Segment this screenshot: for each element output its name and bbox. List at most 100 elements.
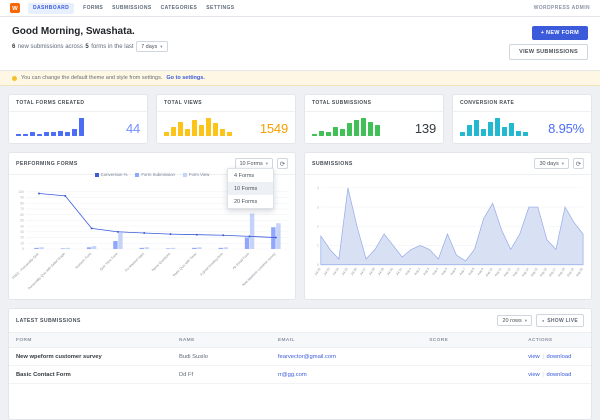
chevron-down-icon: ▾ [524, 317, 528, 323]
svg-text:Aug 8: Aug 8 [467, 267, 475, 276]
go-to-settings-link[interactable]: Go to settings. [166, 75, 205, 81]
svg-text:FREE - Personality Quiz: FREE - Personality Quiz [11, 252, 40, 281]
refresh-button[interactable]: ⟳ [573, 158, 584, 169]
stat-value: 1549 [259, 121, 288, 136]
download-link[interactable]: download [547, 354, 572, 360]
panel-title: PERFORMING FORMS [16, 160, 78, 167]
mini-bar-chart [460, 118, 529, 136]
forms-count-select-value: 10 Forms [239, 160, 263, 167]
chevron-down-icon: ▾ [160, 43, 163, 49]
cell-email[interactable]: rr@gg.com [270, 365, 423, 385]
cell-score [422, 347, 522, 367]
svg-text:Aug 16: Aug 16 [539, 267, 548, 278]
dropdown-option-4-forms[interactable]: 4 Forms [228, 169, 273, 182]
svg-text:Aug 4: Aug 4 [431, 267, 439, 276]
days-select[interactable]: 30 days ▾ [534, 158, 569, 169]
svg-text:Jul 25: Jul 25 [341, 267, 349, 276]
days-select-value: 30 days [539, 160, 559, 167]
svg-text:Aug 5: Aug 5 [440, 267, 448, 276]
action-separator: | [542, 353, 544, 360]
svg-text:40: 40 [20, 224, 24, 228]
svg-text:Aug 2: Aug 2 [413, 267, 421, 276]
chevron-down-icon: ▾ [561, 160, 564, 166]
dropdown-option-20-forms[interactable]: 20 Forms [228, 195, 273, 208]
panel-title: SUBMISSIONS [312, 160, 353, 167]
svg-text:Aug 15: Aug 15 [530, 267, 539, 278]
wordpress-admin-link[interactable]: WORDPRESS ADMIN [534, 5, 590, 11]
table-header-row: FORM NAME EMAIL SCORE ACTIONS [9, 333, 591, 349]
stat-card-title: CONVERSION RATE [453, 95, 591, 112]
svg-text:0: 0 [22, 247, 24, 251]
view-link[interactable]: view [528, 354, 540, 360]
nav-forms[interactable]: FORMS [83, 5, 103, 11]
svg-text:Jul 22: Jul 22 [314, 267, 322, 276]
svg-text:Jul 29: Jul 29 [377, 267, 385, 276]
stat-card-total-views: TOTAL VIEWS 1549 [156, 94, 296, 144]
submissions-panel: SUBMISSIONS 30 days ▾ ⟳ 0 1 2 3 4 Jul 22 Jul 2… [304, 152, 592, 301]
period-select[interactable]: 7 days ▾ [136, 41, 168, 52]
panel-title: LATEST SUBMISSIONS [16, 317, 81, 324]
view-link[interactable]: view [528, 372, 540, 378]
table-row[interactable]: New wpeform customer survey Budi Susilo … [9, 347, 591, 367]
nav-submissions[interactable]: SUBMISSIONS [112, 5, 151, 11]
view-submissions-button[interactable]: VIEW SUBMISSIONS [509, 44, 588, 60]
svg-text:Aug 13: Aug 13 [512, 267, 521, 278]
svg-text:70: 70 [20, 207, 24, 211]
nav-dashboard[interactable]: DASHBOARD [28, 2, 75, 14]
svg-text:Aug 3: Aug 3 [422, 267, 430, 276]
top-navbar: w DASHBOARD FORMS SUBMISSIONS CATEGORIES… [0, 0, 600, 17]
svg-text:1: 1 [317, 244, 319, 248]
svg-text:Aug 14: Aug 14 [521, 267, 530, 278]
svg-text:Jul 27: Jul 27 [359, 267, 367, 276]
chevron-down-icon: ▾ [265, 160, 268, 166]
weforms-logo[interactable]: w [10, 3, 20, 13]
svg-text:A great meeting form: A great meeting form [199, 252, 224, 277]
column-header-form: FORM [9, 333, 172, 349]
latest-submissions-panel: LATEST SUBMISSIONS 20 rows ▾ ● SHOW LIVE… [8, 308, 592, 420]
greeting-header: Good Morning, Swashata. 6 new submission… [0, 17, 600, 71]
table-row[interactable]: Basic Contact Form Dd Ff rr@gg.com view … [9, 365, 591, 385]
mini-bar-chart [164, 118, 233, 136]
svg-text:Basic Quiz with Timer: Basic Quiz with Timer [172, 251, 198, 277]
svg-text:Aug 12: Aug 12 [503, 267, 512, 278]
svg-text:10: 10 [20, 241, 24, 245]
submissions-count: 6 [12, 43, 16, 50]
download-link[interactable]: download [547, 372, 572, 378]
dropdown-option-10-forms[interactable]: 10 Forms [228, 182, 273, 195]
dashboard-content: TOTAL FORMS CREATED 44 TOTAL VIEWS 1549 … [0, 86, 600, 420]
cell-email[interactable]: fearvector@gmail.com [270, 347, 423, 367]
svg-text:Jul 23: Jul 23 [323, 267, 331, 276]
svg-text:Aug 20: Aug 20 [575, 267, 584, 278]
show-live-button[interactable]: ● SHOW LIVE [536, 314, 584, 328]
nav-settings[interactable]: SETTINGS [206, 5, 234, 11]
header-actions: + NEW FORM VIEW SUBMISSIONS [509, 26, 588, 60]
column-header-score: SCORE [422, 333, 522, 349]
svg-text:Aug 6: Aug 6 [449, 267, 457, 276]
svg-text:Name Questions: Name Questions [151, 252, 172, 273]
charts-row: PERFORMING FORMS 10 Forms ▾ ⟳ Conversion… [8, 152, 592, 301]
live-icon: ● [542, 318, 545, 324]
rows-select[interactable]: 20 rows ▾ [497, 315, 533, 327]
nav-categories[interactable]: CATEGORIES [161, 5, 198, 11]
stat-cards-row: TOTAL FORMS CREATED 44 TOTAL VIEWS 1549 … [8, 94, 592, 144]
panel-header: LATEST SUBMISSIONS 20 rows ▾ ● SHOW LIVE [9, 309, 591, 334]
svg-text:Aug 9: Aug 9 [476, 267, 484, 276]
svg-text:0: 0 [317, 263, 319, 267]
stat-card-body: 1549 [157, 112, 295, 143]
svg-text:Jul 30: Jul 30 [386, 267, 394, 276]
stat-card-body: 44 [9, 112, 147, 143]
svg-text:Aug 10: Aug 10 [484, 267, 493, 278]
refresh-button[interactable]: ⟳ [277, 158, 288, 169]
performing-forms-panel: PERFORMING FORMS 10 Forms ▾ ⟳ Conversion… [8, 152, 296, 301]
logo-letter: w [12, 4, 18, 12]
svg-text:Aug 11: Aug 11 [494, 267, 503, 277]
cell-actions: view | download [521, 347, 591, 367]
new-form-button[interactable]: + NEW FORM [531, 26, 588, 40]
svg-text:Jul 31: Jul 31 [395, 267, 403, 276]
cell-name: Dd Ff [171, 365, 271, 385]
page-title: Good Morning, Swashata. [12, 26, 135, 37]
svg-text:Aug 19: Aug 19 [566, 267, 575, 278]
mini-bar-chart [16, 118, 85, 136]
svg-text:Numeric Form: Numeric Form [75, 252, 93, 270]
main-nav: DASHBOARD FORMS SUBMISSIONS CATEGORIES S… [28, 2, 234, 14]
